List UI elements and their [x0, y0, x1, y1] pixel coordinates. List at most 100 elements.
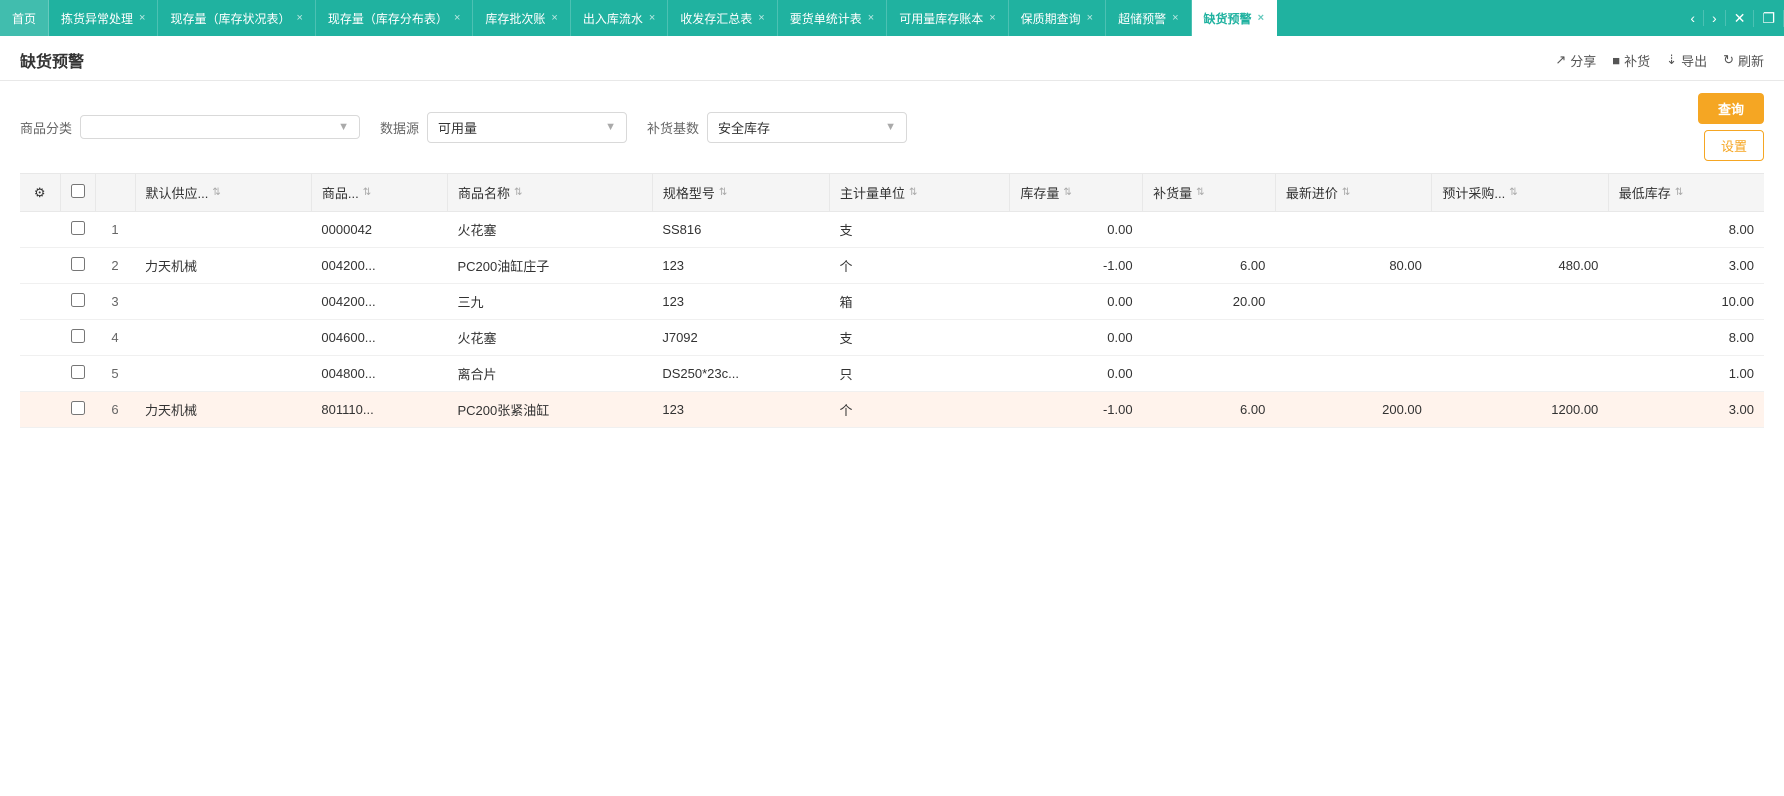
tab-close-icon[interactable]: ×	[139, 12, 145, 24]
table-row: 6 力天机械 801110... PC200张紧油缸 123 个 -1.00 6…	[20, 392, 1764, 428]
tab-close-icon[interactable]: ×	[551, 12, 557, 24]
tab-abnormal[interactable]: 拣货异常处理×	[49, 0, 158, 36]
tab-available[interactable]: 可用量库存账本×	[887, 0, 1008, 36]
tab-shortage[interactable]: 缺货预警×	[1192, 0, 1277, 36]
datasource-select[interactable]: 可用量 ▼	[427, 112, 627, 143]
tab-close-icon[interactable]: ×	[649, 12, 655, 24]
row-spec: 123	[652, 284, 829, 320]
tab-close-button[interactable]: ✕	[1726, 10, 1755, 27]
row-number: 1	[95, 212, 135, 248]
th-product-code[interactable]: 商品... ⇅	[311, 174, 447, 212]
row-stock-qty: -1.00	[1010, 248, 1143, 284]
page-title: 缺货预警	[20, 48, 84, 72]
tab-close-icon[interactable]: ×	[758, 12, 764, 24]
tab-close-icon[interactable]: ×	[1258, 12, 1264, 24]
tab-requisition[interactable]: 要货单统计表×	[778, 0, 887, 36]
row-unit: 个	[829, 248, 1009, 284]
row-product-code: 801110...	[311, 392, 447, 428]
row-checkbox-cell[interactable]	[60, 392, 95, 428]
tab-close-icon[interactable]: ×	[1172, 12, 1178, 24]
settings-button[interactable]: 设置	[1704, 130, 1764, 161]
replenish-base-filter-group: 补货基数 安全库存 ▼	[647, 112, 907, 143]
th-gear[interactable]: ⚙	[20, 174, 60, 212]
tab-label: 出入库流水	[583, 10, 643, 27]
row-min-stock: 8.00	[1608, 320, 1764, 356]
tab-close-icon[interactable]: ×	[868, 12, 874, 24]
tab-maximize-button[interactable]: ❐	[1754, 10, 1784, 27]
tab-home[interactable]: 首页	[0, 0, 49, 36]
tab-close-icon[interactable]: ×	[454, 12, 460, 24]
sort-min-stock-icon: ⇅	[1675, 187, 1683, 198]
row-number: 6	[95, 392, 135, 428]
query-button[interactable]: 查询	[1698, 93, 1764, 124]
tab-prev-button[interactable]: ‹	[1682, 10, 1704, 26]
row-checkbox-cell[interactable]	[60, 356, 95, 392]
th-spec[interactable]: 规格型号 ⇅	[652, 174, 829, 212]
tab-close-icon[interactable]: ×	[1087, 12, 1093, 24]
th-product-name[interactable]: 商品名称 ⇅	[447, 174, 652, 212]
th-checkbox[interactable]	[60, 174, 95, 212]
row-checkbox-cell[interactable]	[60, 248, 95, 284]
row-checkbox[interactable]	[71, 293, 85, 307]
main-table: ⚙ 默认供应... ⇅ 商品...	[20, 173, 1764, 428]
row-gear-cell	[20, 284, 60, 320]
row-gear-cell	[20, 356, 60, 392]
th-min-stock-label: 最低库存	[1619, 183, 1671, 202]
row-gear-cell	[20, 248, 60, 284]
row-product-name: 三九	[447, 284, 652, 320]
th-min-stock[interactable]: 最低库存 ⇅	[1608, 174, 1764, 212]
tab-close-icon[interactable]: ×	[296, 12, 302, 24]
row-supplier	[135, 320, 311, 356]
th-code-label: 商品...	[322, 183, 359, 202]
row-checkbox[interactable]	[71, 365, 85, 379]
tab-batch[interactable]: 库存批次账×	[473, 0, 570, 36]
row-stock-qty: 0.00	[1010, 212, 1143, 248]
row-checkbox-cell[interactable]	[60, 320, 95, 356]
row-gear-cell	[20, 392, 60, 428]
tab-label: 现存量（库存分布表）	[328, 10, 448, 27]
tab-collect[interactable]: 收发存汇总表×	[668, 0, 777, 36]
row-checkbox[interactable]	[71, 257, 85, 271]
th-estimated-label: 预计采购...	[1442, 183, 1505, 202]
row-min-stock: 3.00	[1608, 392, 1764, 428]
tab-overstock[interactable]: 超储预警 ×	[1106, 0, 1191, 36]
header-actions: ↗ 分享 ■ 补货 ⇣ 导出 ↻ 刷新	[1555, 51, 1764, 70]
page-header: 缺货预警 ↗ 分享 ■ 补货 ⇣ 导出 ↻ 刷新	[0, 36, 1784, 81]
replenish-base-select[interactable]: 安全库存 ▼	[707, 112, 907, 143]
row-checkbox[interactable]	[71, 401, 85, 415]
select-all-checkbox[interactable]	[71, 184, 85, 198]
row-checkbox[interactable]	[71, 329, 85, 343]
row-supplier: 力天机械	[135, 392, 311, 428]
row-latest-price	[1275, 284, 1432, 320]
row-latest-price	[1275, 212, 1432, 248]
datasource-select-text: 可用量	[438, 118, 605, 137]
row-product-name: PC200油缸庄子	[447, 248, 652, 284]
tab-expiry[interactable]: 保质期查询 ×	[1009, 0, 1106, 36]
row-number: 2	[95, 248, 135, 284]
tab-inout[interactable]: 出入库流水 ×	[571, 0, 668, 36]
tab-next-button[interactable]: ›	[1704, 10, 1726, 26]
th-estimated-purchase[interactable]: 预计采购... ⇅	[1432, 174, 1608, 212]
refresh-button[interactable]: ↻ 刷新	[1723, 51, 1764, 70]
th-replenish-qty[interactable]: 补货量 ⇅	[1143, 174, 1276, 212]
th-unit[interactable]: 主计量单位 ⇅	[829, 174, 1009, 212]
row-estimated-purchase	[1432, 320, 1608, 356]
th-default-supplier[interactable]: 默认供应... ⇅	[135, 174, 311, 212]
export-button[interactable]: ⇣ 导出	[1666, 51, 1707, 70]
replenish-button[interactable]: ■ 补货	[1612, 51, 1650, 70]
tab-label: 超储预警	[1118, 10, 1166, 27]
th-unit-label: 主计量单位	[840, 183, 905, 202]
row-checkbox-cell[interactable]	[60, 212, 95, 248]
row-supplier	[135, 356, 311, 392]
tab-close-icon[interactable]: ×	[989, 12, 995, 24]
share-button[interactable]: ↗ 分享	[1555, 51, 1596, 70]
tab-stock-dist[interactable]: 现存量（库存分布表） ×	[316, 0, 473, 36]
tab-stock-status[interactable]: 现存量（库存状况表）×	[158, 0, 315, 36]
row-replenish-qty	[1143, 212, 1276, 248]
th-latest-price[interactable]: 最新进价 ⇅	[1275, 174, 1432, 212]
category-select[interactable]: ▼	[80, 115, 360, 139]
th-stock-qty[interactable]: 库存量 ⇅	[1010, 174, 1143, 212]
tab-label: 保质期查询	[1021, 10, 1081, 27]
row-checkbox-cell[interactable]	[60, 284, 95, 320]
row-checkbox[interactable]	[71, 221, 85, 235]
